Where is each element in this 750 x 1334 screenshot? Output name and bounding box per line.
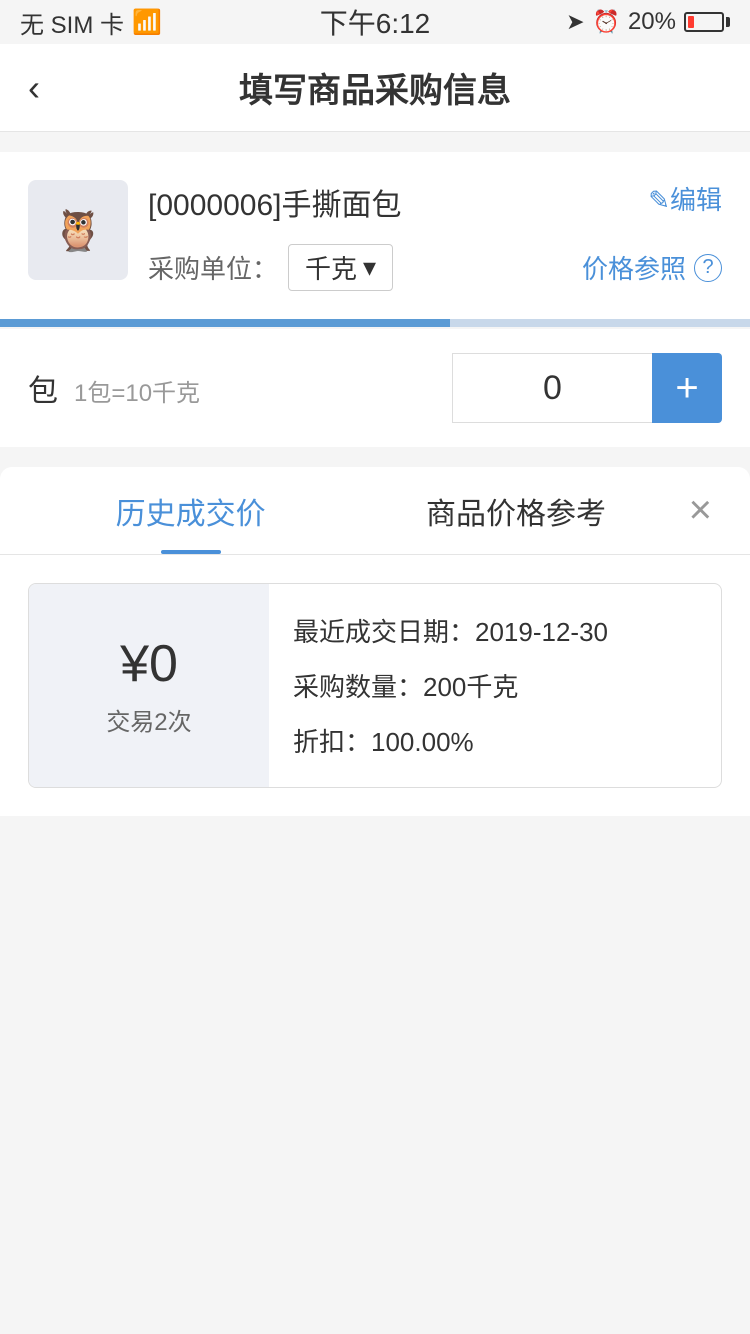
price-reference-button[interactable]: 价格参照 ? [582, 249, 722, 286]
quantity-row: 包 1包=10千克 + [0, 329, 750, 447]
price-amount: ¥0 [120, 634, 178, 694]
quantity-input-group: + [452, 353, 722, 423]
product-name: [0000006]手撕面包 [148, 180, 401, 224]
wifi-icon: 📶 [132, 8, 162, 37]
edit-button[interactable]: ✎编辑 [648, 180, 722, 217]
tabs-header: 历史成交价 商品价格参考 × [0, 467, 750, 555]
page-title: 填写商品采购信息 [239, 63, 511, 112]
quantity-label-text: 采购数量： [293, 672, 423, 702]
quantity-input[interactable] [452, 353, 652, 423]
tabs-content: ¥0 交易2次 最近成交日期：2019-12-30 采购数量：200千克 折扣：… [0, 555, 750, 816]
currency-symbol: ¥ [120, 635, 149, 693]
product-card: 🦉 [0000006]手撕面包 ✎编辑 采购单位： 千克 ▾ 价格参照 ? [0, 152, 750, 319]
status-bar: 无 SIM 卡 📶 下午6:12 ➤ ⏰ 20% [0, 0, 750, 44]
unit-value: 千克 [305, 249, 357, 286]
status-right: ➤ ⏰ 20% [566, 8, 730, 36]
location-icon: ➤ [566, 9, 584, 35]
close-button[interactable]: × [679, 488, 722, 533]
recent-date-label: 最近成交日期： [293, 617, 475, 647]
discount-row: 折扣：100.00% [293, 722, 697, 759]
tab-history-price[interactable]: 历史成交价 [28, 467, 353, 554]
price-details: 最近成交日期：2019-12-30 采购数量：200千克 折扣：100.00% [269, 584, 721, 787]
purchase-quantity-row: 采购数量：200千克 [293, 667, 697, 704]
recent-date-row: 最近成交日期：2019-12-30 [293, 612, 697, 649]
tab-history-label: 历史成交价 [116, 489, 266, 533]
tab-product-price[interactable]: 商品价格参考 [353, 467, 678, 554]
discount-label: 折扣： [293, 727, 371, 757]
quantity-detail-value: 200千克 [423, 672, 518, 702]
product-info: [0000006]手撕面包 ✎编辑 采购单位： 千克 ▾ 价格参照 ? [148, 180, 722, 291]
recent-date-value: 2019-12-30 [475, 617, 608, 647]
carrier-text: 无 SIM 卡 [20, 5, 124, 40]
alarm-icon: ⏰ [593, 9, 620, 35]
status-time: 下午6:12 [320, 2, 431, 42]
product-logo: 🦉 [53, 207, 103, 254]
amount-value: 0 [149, 635, 178, 693]
discount-value: 100.00% [371, 727, 474, 757]
quantity-label: 包 1包=10千克 [28, 366, 200, 410]
price-ref-label: 价格参照 [582, 249, 686, 286]
product-image: 🦉 [28, 180, 128, 280]
battery-indicator [684, 12, 730, 32]
unit-label: 采购单位： 千克 ▾ [148, 244, 393, 291]
product-unit-row: 采购单位： 千克 ▾ 价格参照 ? [148, 244, 722, 291]
help-icon: ? [694, 254, 722, 282]
dropdown-arrow-icon: ▾ [363, 252, 376, 283]
tab-product-label: 商品价格参考 [426, 489, 606, 533]
battery-percent-text: 20% [628, 8, 676, 36]
progress-bar [0, 319, 750, 327]
status-left: 无 SIM 卡 📶 [20, 5, 162, 40]
quantity-conversion: 1包=10千克 [74, 373, 200, 408]
quantity-plus-button[interactable]: + [652, 353, 722, 423]
product-header: [0000006]手撕面包 ✎编辑 [148, 180, 722, 224]
tabs-panel: 历史成交价 商品价格参考 × ¥0 交易2次 最近成交日期：2019-12-30… [0, 467, 750, 816]
quantity-unit: 包 [28, 366, 58, 410]
unit-select[interactable]: 千克 ▾ [288, 244, 393, 291]
trades-count: 交易2次 [106, 702, 191, 737]
nav-bar: ‹ 填写商品采购信息 [0, 44, 750, 132]
price-card: ¥0 交易2次 最近成交日期：2019-12-30 采购数量：200千克 折扣：… [28, 583, 722, 788]
back-button[interactable]: ‹ [28, 67, 40, 109]
price-summary: ¥0 交易2次 [29, 584, 269, 787]
